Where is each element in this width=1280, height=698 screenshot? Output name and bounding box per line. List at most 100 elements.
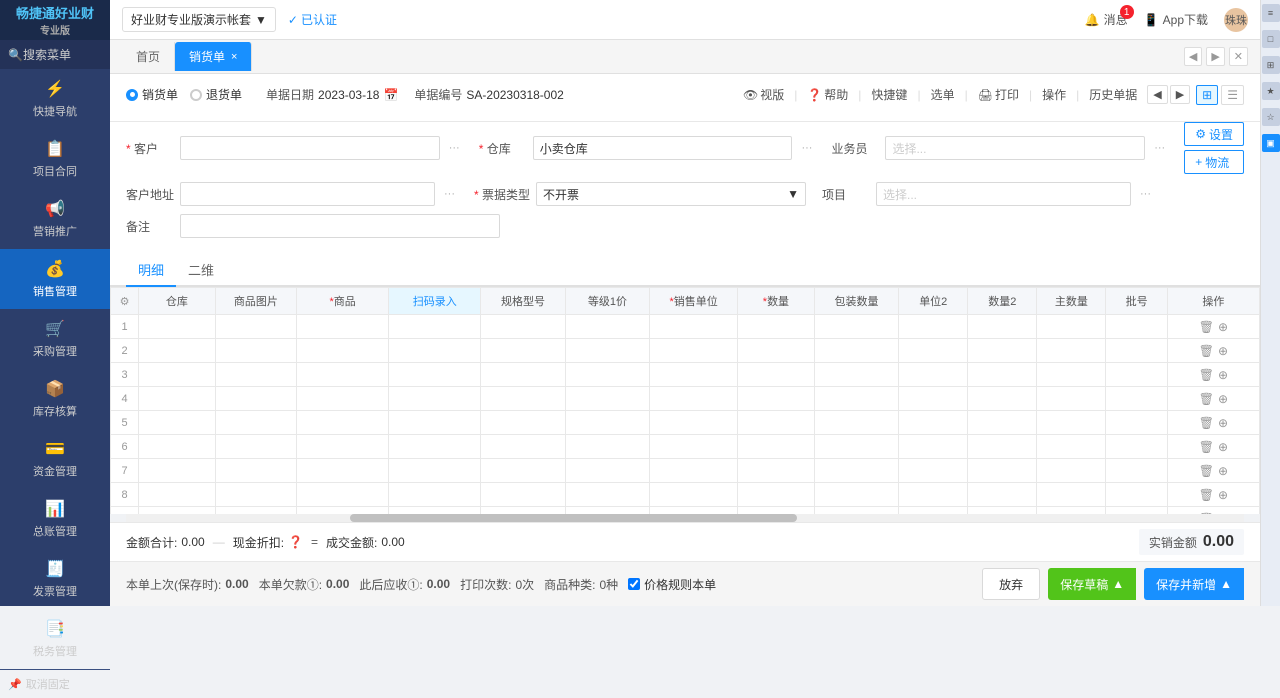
toolbar-next-icon[interactable]: ▶ [1170, 85, 1190, 104]
project-dots[interactable]: ··· [1137, 188, 1154, 200]
right-panel-icon-1[interactable]: ≡ [1262, 4, 1280, 22]
row-copy-icon-8[interactable]: ⊕ [1218, 488, 1228, 502]
cell-image-1[interactable] [215, 315, 296, 339]
sidebar-item-sales[interactable]: 💰 销售管理 [0, 249, 110, 309]
user-avatar[interactable]: 珠珠 [1224, 8, 1248, 32]
cell-product-1[interactable] [297, 315, 389, 339]
tab-next-icon[interactable]: ▶ [1206, 47, 1224, 66]
row-delete-icon-7[interactable]: 🗑 [1199, 464, 1214, 478]
customer-input[interactable] [180, 136, 440, 160]
row-copy-icon-7[interactable]: ⊕ [1218, 464, 1228, 478]
cell-batchno-1[interactable] [1106, 315, 1167, 339]
radio-sales[interactable]: 销货单 [126, 86, 178, 103]
cell-warehouse-1[interactable] [139, 315, 216, 339]
sidebar-item-tax[interactable]: 📑 税务管理 [0, 609, 110, 669]
save-draft-button[interactable]: 保存草稿 ▲ [1048, 568, 1136, 600]
toolbar-print[interactable]: 🖨 打印 [974, 84, 1023, 105]
setup-button[interactable]: ⚙ 设置 [1184, 122, 1244, 146]
warehouse-dots[interactable]: ··· [798, 142, 815, 154]
row-delete-icon-3[interactable]: 🗑 [1199, 368, 1214, 382]
save-new-button[interactable]: 保存并新增 ▲ [1144, 568, 1244, 600]
radio-return[interactable]: 退货单 [190, 86, 242, 103]
right-panel-icon-2[interactable]: □ [1262, 30, 1280, 48]
sidebar-item-invoice[interactable]: 🧾 发票管理 [0, 549, 110, 609]
finance-icon: 💳 [45, 439, 65, 459]
toolbar-operations[interactable]: 操作 [1038, 84, 1070, 105]
row-delete-icon-5[interactable]: 🗑 [1199, 416, 1214, 430]
toolbar-shortcut[interactable]: 快捷键 [867, 84, 911, 105]
sidebar-item-purchase[interactable]: 🛒 采购管理 [0, 309, 110, 369]
right-panel-icon-4[interactable]: ★ [1262, 82, 1280, 100]
tab-detail-erwei[interactable]: 二维 [176, 254, 226, 285]
invoice-select[interactable]: 不开票 ▼ [536, 182, 806, 206]
sidebar-item-marketing[interactable]: 📢 营销推广 [0, 189, 110, 249]
row-delete-icon-8[interactable]: 🗑 [1199, 488, 1214, 502]
cell-price1-1[interactable] [565, 315, 649, 339]
toolbar-help[interactable]: ❓ 帮助 [803, 84, 852, 105]
toolbar-select[interactable]: 选单 [927, 84, 959, 105]
address-dots[interactable]: ··· [441, 188, 458, 200]
price-checkbox[interactable] [628, 578, 640, 590]
grid-view-icon[interactable]: ⊞ [1196, 85, 1218, 105]
row-copy-icon-4[interactable]: ⊕ [1218, 392, 1228, 406]
col-settings[interactable]: ⚙ [111, 288, 139, 315]
sidebar-item-accounting[interactable]: 📊 总账管理 [0, 489, 110, 549]
sidebar-item-project[interactable]: 📋 项目合同 [0, 129, 110, 189]
avatar: 珠珠 [1224, 8, 1248, 32]
col-warehouse-header: 仓库 [139, 288, 216, 315]
tab-prev-icon[interactable]: ◀ [1184, 47, 1202, 66]
right-panel-icon-3[interactable]: ⊞ [1262, 56, 1280, 74]
abandon-button[interactable]: 放弃 [982, 568, 1040, 600]
sidebar-item-finance[interactable]: 💳 资金管理 [0, 429, 110, 489]
cell-quickinput-1[interactable] [389, 315, 481, 339]
sidebar-item-inventory[interactable]: 📦 库存核算 [0, 369, 110, 429]
toolbar-view[interactable]: 👁 视版 [739, 84, 788, 105]
company-selector[interactable]: 好业财专业版演示帐套 ▼ [122, 7, 276, 32]
calendar-icon[interactable]: 📅 [383, 88, 398, 102]
sidebar-search[interactable]: 🔍 搜索菜单 [0, 40, 110, 69]
messages-btn[interactable]: 🔔 消息 1 [1085, 11, 1128, 28]
right-panel-icon-6[interactable]: ▣ [1262, 134, 1280, 152]
salesperson-input[interactable]: 选择... [885, 136, 1145, 160]
row-delete-icon-2[interactable]: 🗑 [1199, 344, 1214, 358]
row-delete-icon-4[interactable]: 🗑 [1199, 392, 1214, 406]
tab-detail-mingxi[interactable]: 明细 [126, 254, 176, 287]
address-input[interactable] [180, 182, 435, 206]
cell-unit-1[interactable] [650, 315, 738, 339]
tab-close-icon[interactable]: × [231, 51, 237, 63]
row-copy-icon-6[interactable]: ⊕ [1218, 440, 1228, 454]
tab-home[interactable]: 首页 [122, 42, 175, 71]
toolbar-prev-icon[interactable]: ◀ [1147, 85, 1167, 104]
list-view-icon[interactable]: ☰ [1221, 85, 1244, 105]
salesperson-dots[interactable]: ··· [1151, 142, 1168, 154]
row-delete-icon-6[interactable]: 🗑 [1199, 440, 1214, 454]
col-quickinput-header[interactable]: 扫码录入 [389, 288, 481, 315]
row-copy-icon-3[interactable]: ⊕ [1218, 368, 1228, 382]
warehouse-input[interactable]: 小卖仓库 [533, 136, 793, 160]
scrollbar-thumb[interactable] [350, 514, 797, 522]
logistics-button[interactable]: + 物流 [1184, 150, 1244, 174]
row-copy-icon-5[interactable]: ⊕ [1218, 416, 1228, 430]
cell-spec-1[interactable] [481, 315, 565, 339]
cell-packqty-1[interactable] [814, 315, 898, 339]
project-input[interactable]: 选择... [876, 182, 1131, 206]
row-copy-icon-2[interactable]: ⊕ [1218, 344, 1228, 358]
sidebar-item-quicknav[interactable]: ⚡ 快捷导航 [0, 69, 110, 129]
app-download-btn[interactable]: 📱 App下载 [1144, 11, 1208, 28]
horizontal-scrollbar[interactable] [126, 514, 1244, 522]
toolbar-history[interactable]: 历史单据 [1085, 84, 1141, 105]
remark-input[interactable] [180, 214, 500, 238]
help-icon-discount[interactable]: ❓ [288, 535, 303, 549]
cell-qty2-1[interactable] [968, 315, 1037, 339]
cell-unit2-1[interactable] [899, 315, 968, 339]
cell-quantity-1[interactable] [738, 315, 815, 339]
sidebar-unpin[interactable]: 📌 取消固定 [0, 669, 110, 698]
price-check[interactable]: 价格规则本单 [628, 576, 716, 593]
tab-close-all-icon[interactable]: ✕ [1229, 47, 1248, 66]
right-panel-icon-5[interactable]: ☆ [1262, 108, 1280, 126]
tab-sales-order[interactable]: 销货单 × [175, 42, 252, 71]
row-delete-icon-1[interactable]: 🗑 [1199, 320, 1214, 334]
cell-mainqty-1[interactable] [1037, 315, 1106, 339]
customer-dots[interactable]: ··· [446, 142, 463, 154]
row-copy-icon-1[interactable]: ⊕ [1218, 320, 1228, 334]
